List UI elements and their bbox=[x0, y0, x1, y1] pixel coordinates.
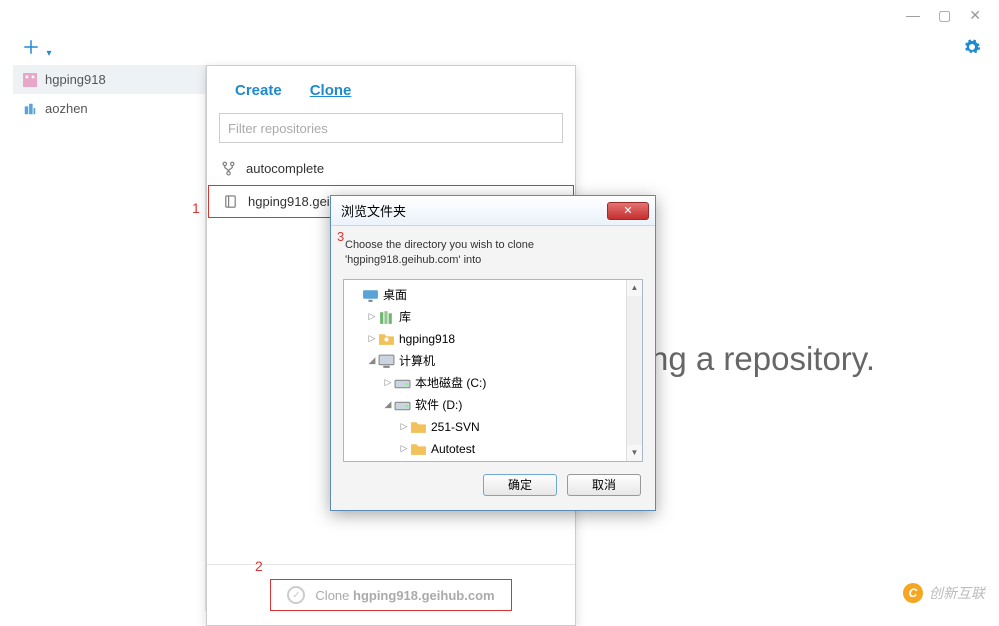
check-icon: ✓ bbox=[287, 586, 305, 604]
tree-label: 库 bbox=[399, 308, 411, 325]
dropdown-caret-icon: ▾ bbox=[46, 48, 51, 59]
tab-create[interactable]: Create bbox=[235, 82, 282, 99]
tree-expander[interactable]: ▷ bbox=[382, 377, 394, 388]
tree-node[interactable]: 桌面 bbox=[344, 284, 642, 306]
ok-button[interactable]: 确定 bbox=[483, 474, 557, 496]
tab-clone[interactable]: Clone bbox=[310, 82, 352, 99]
filter-repositories-input[interactable] bbox=[219, 113, 563, 143]
annotation-3: 3 bbox=[337, 228, 344, 246]
folder-icon bbox=[410, 419, 427, 434]
tree-node[interactable]: ▷ 本地磁盘 (C:) bbox=[344, 372, 642, 394]
tree-expander[interactable]: ◢ bbox=[366, 355, 378, 366]
plus-icon bbox=[22, 43, 44, 60]
tree-expander[interactable]: ▷ bbox=[366, 311, 378, 322]
tree-node[interactable]: ◢ 软件 (D:) bbox=[344, 394, 642, 416]
close-icon: ✕ bbox=[623, 204, 632, 217]
repo-row-autocomplete[interactable]: autocomplete bbox=[207, 153, 575, 184]
background-hint-text: ng a repository. bbox=[650, 340, 875, 378]
clone-button[interactable]: ✓ Clone hgping918.geihub.com bbox=[270, 579, 511, 611]
dialog-close-button[interactable]: ✕ bbox=[607, 202, 649, 220]
brand-icon: C bbox=[903, 583, 923, 603]
folder-icon bbox=[410, 441, 427, 456]
scroll-up-button[interactable]: ▲ bbox=[627, 280, 642, 296]
tree-expander[interactable]: ▷ bbox=[366, 333, 378, 344]
tree-node[interactable]: ▷库 bbox=[344, 306, 642, 328]
tree-label: 251-SVN bbox=[431, 420, 480, 434]
drive-icon bbox=[394, 397, 411, 412]
panel-tabs: Create Clone bbox=[207, 66, 575, 113]
clone-text: Clone hgping918.geihub.com bbox=[315, 588, 494, 603]
folder-tree: 桌面▷库▷hgping918◢计算机▷本地磁盘 (C:)◢软件 (D:)▷251… bbox=[343, 279, 643, 462]
desktop-icon bbox=[362, 287, 379, 302]
tree-node[interactable]: ▷ 251-SVN bbox=[344, 416, 642, 438]
tree-label: Autotest bbox=[431, 442, 475, 456]
dialog-title: 浏览文件夹 bbox=[341, 201, 406, 220]
dialog-buttons: 确定 取消 bbox=[331, 474, 655, 510]
tree-node[interactable]: ▷ Autotest bbox=[344, 438, 642, 460]
fork-icon bbox=[221, 161, 236, 176]
cancel-button[interactable]: 取消 bbox=[567, 474, 641, 496]
sidebar-label: aozhen bbox=[45, 101, 88, 116]
dialog-instruction: 3 Choose the directory you wish to clone… bbox=[331, 226, 655, 279]
drive-icon bbox=[394, 375, 411, 390]
tree-node[interactable]: ◢ 计算机 bbox=[344, 350, 642, 372]
tree-expander[interactable]: ▷ bbox=[398, 421, 410, 432]
browse-folder-dialog: 浏览文件夹 ✕ 3 Choose the directory you wish … bbox=[330, 195, 656, 511]
tree-label: 桌面 bbox=[383, 286, 407, 303]
sidebar-label: hgping918 bbox=[45, 72, 106, 87]
user-icon bbox=[23, 73, 37, 87]
computer-icon bbox=[378, 353, 395, 368]
brand-text: 创新互联 bbox=[929, 583, 985, 603]
annotation-2: 2 bbox=[255, 558, 263, 574]
sidebar-item-hgping918[interactable]: hgping918 bbox=[13, 65, 205, 94]
close-window-button[interactable]: ✕ bbox=[969, 7, 981, 24]
scroll-down-button[interactable]: ▼ bbox=[627, 445, 642, 461]
lib-icon bbox=[378, 309, 395, 324]
maximize-button[interactable]: ▢ bbox=[938, 7, 951, 24]
repo-label: autocomplete bbox=[246, 161, 324, 176]
tree-node[interactable]: ▷ hgping918 bbox=[344, 328, 642, 350]
tree-label: 本地磁盘 (C:) bbox=[415, 374, 486, 391]
tree-label: 软件 (D:) bbox=[415, 396, 462, 413]
tree-expander[interactable]: ◢ bbox=[382, 399, 394, 410]
watermark: C 创新互联 bbox=[903, 583, 985, 603]
tree-label: hgping918 bbox=[399, 332, 455, 346]
user-icon bbox=[378, 331, 395, 346]
tree-expander[interactable]: ▷ bbox=[398, 443, 410, 454]
window-controls: — ▢ ✕ bbox=[0, 0, 999, 30]
add-menu[interactable]: ▾ bbox=[22, 38, 51, 61]
org-icon bbox=[23, 102, 37, 116]
dialog-titlebar: 浏览文件夹 ✕ bbox=[331, 196, 655, 226]
settings-button[interactable] bbox=[963, 38, 981, 61]
minimize-button[interactable]: — bbox=[906, 7, 920, 23]
repo-icon bbox=[223, 194, 238, 209]
sidebar-item-aozhen[interactable]: aozhen bbox=[13, 94, 205, 123]
annotation-1: 1 bbox=[192, 200, 200, 216]
gear-icon bbox=[963, 43, 981, 60]
sidebar: hgping918 aozhen bbox=[13, 65, 206, 611]
tree-label: 计算机 bbox=[399, 352, 435, 369]
tree-scrollbar[interactable]: ▲ ▼ bbox=[626, 280, 642, 461]
